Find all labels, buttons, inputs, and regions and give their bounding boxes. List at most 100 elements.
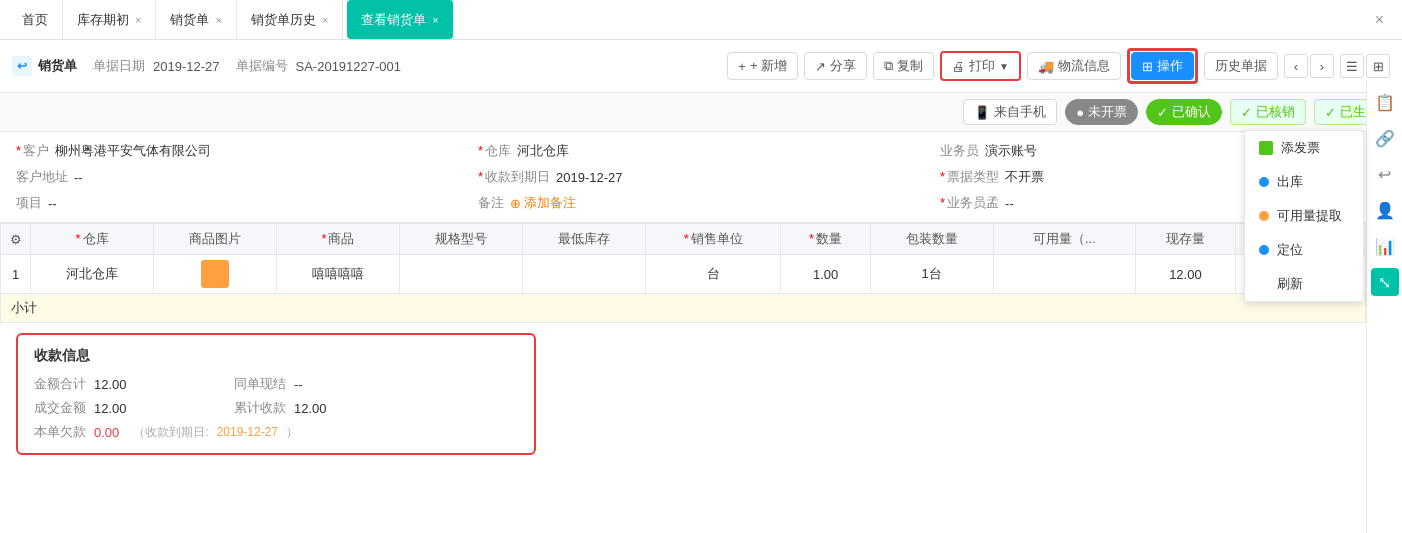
sidebar-clipboard-icon[interactable]: 📋 bbox=[1371, 88, 1399, 116]
sidebar-link-icon[interactable]: 🔗 bbox=[1371, 124, 1399, 152]
plus-note-icon: ⊕ bbox=[510, 196, 521, 211]
col-spec: 规格型号 bbox=[399, 224, 522, 255]
toolbar-right: + + 新增 ↗ 分享 ⧉ 复制 🖨 打印 ▼ 🚚 bbox=[727, 48, 1390, 84]
refresh-label: 刷新 bbox=[1277, 275, 1303, 293]
tab-view-sales-close[interactable]: × bbox=[432, 14, 438, 26]
row-img bbox=[153, 255, 276, 294]
add-invoice-label: 添发票 bbox=[1281, 139, 1320, 157]
print-button[interactable]: 🖨 打印 ▼ bbox=[940, 51, 1021, 81]
row-current-stock: 12.00 bbox=[1136, 255, 1236, 294]
operation-button[interactable]: ⊞ 操作 bbox=[1131, 52, 1194, 80]
address-row: 客户地址 -- bbox=[16, 168, 462, 186]
print-icon: 🖨 bbox=[952, 59, 965, 74]
grid-view-icon[interactable]: ⊞ bbox=[1366, 54, 1390, 78]
new-button[interactable]: + + 新增 bbox=[727, 52, 798, 80]
copy-button[interactable]: ⧉ 复制 bbox=[873, 52, 934, 80]
payment-title: 收款信息 bbox=[34, 347, 518, 365]
share-button[interactable]: ↗ 分享 bbox=[804, 52, 867, 80]
product-image bbox=[201, 260, 229, 288]
sold-badge: ✓ 已核销 bbox=[1230, 99, 1306, 125]
payment-date-value: 2019-12-27 bbox=[556, 170, 623, 185]
check-icon: ✓ bbox=[1157, 105, 1168, 120]
tab-inventory-close[interactable]: × bbox=[135, 14, 141, 26]
payment-date-label: 收款到期日 bbox=[478, 168, 550, 186]
sidebar-user-icon[interactable]: 👤 bbox=[1371, 196, 1399, 224]
operation-label: 操作 bbox=[1157, 57, 1183, 75]
tab-sales-history[interactable]: 销货单历史 × bbox=[237, 0, 343, 39]
col-min-stock: 最低库存 bbox=[522, 224, 645, 255]
gear-header[interactable]: ⚙ bbox=[1, 224, 31, 255]
sold-label: 已核销 bbox=[1256, 103, 1295, 121]
col-product: 商品 bbox=[276, 224, 399, 255]
tab-home[interactable]: 首页 bbox=[8, 0, 63, 39]
staff2-label: 业务员孟 bbox=[940, 194, 999, 212]
table-header-row: ⚙ 仓库 商品图片 商品 规格型号 最低库存 销售单位 数量 包装数量 可用量（… bbox=[1, 224, 1366, 255]
owed-label: 本单欠款 bbox=[34, 423, 86, 441]
confirm-button[interactable]: ✓ 已确认 bbox=[1146, 99, 1222, 125]
bottom-info: 收款信息 金额合计 12.00 同单现结 -- 成交金额 12.00 bbox=[0, 323, 1402, 465]
table-wrapper: ⚙ 仓库 商品图片 商品 规格型号 最低库存 销售单位 数量 包装数量 可用量（… bbox=[0, 223, 1366, 323]
project-value: -- bbox=[48, 196, 57, 211]
available-extract-dot bbox=[1259, 211, 1269, 221]
tab-home-label: 首页 bbox=[22, 11, 48, 29]
tab-sales-label: 销货单 bbox=[170, 11, 209, 29]
tab-view-sales[interactable]: 查看销货单 × bbox=[347, 0, 453, 39]
add-note-button[interactable]: ⊕ 添加备注 bbox=[510, 194, 576, 212]
dropdown-refresh[interactable]: 刷新 bbox=[1245, 267, 1363, 301]
history-button[interactable]: 历史单据 bbox=[1204, 52, 1278, 80]
staff2-value: -- bbox=[1005, 196, 1014, 211]
window-close-button[interactable]: × bbox=[1365, 11, 1394, 29]
main-content: ↩ 销货单 单据日期 2019-12-27 单据编号 SA-20191227-0… bbox=[0, 40, 1402, 533]
operation-highlight-box: ⊞ 操作 bbox=[1127, 48, 1198, 84]
cumulative-row: 累计收款 12.00 bbox=[234, 399, 434, 417]
dropdown-add-invoice[interactable]: 添发票 bbox=[1245, 131, 1363, 165]
warehouse-value: 河北仓库 bbox=[517, 142, 569, 160]
total-row: 金额合计 12.00 bbox=[34, 375, 234, 393]
row-index: 1 bbox=[1, 255, 31, 294]
row-min-stock bbox=[522, 255, 645, 294]
logistics-button[interactable]: 🚚 物流信息 bbox=[1027, 52, 1121, 80]
grid-icon: ⊞ bbox=[1142, 59, 1153, 74]
row-qty: 1.00 bbox=[781, 255, 870, 294]
same-order-row: 同单现结 -- bbox=[234, 375, 434, 393]
sidebar-expand-icon[interactable]: ⤡ bbox=[1371, 268, 1399, 296]
ticket-type-label: 票据类型 bbox=[940, 168, 999, 186]
cumulative-label: 累计收款 bbox=[234, 399, 286, 417]
ticket-type-value: 不开票 bbox=[1005, 168, 1044, 186]
list-view-icon[interactable]: ☰ bbox=[1340, 54, 1364, 78]
sidebar-return-icon[interactable]: ↩ bbox=[1371, 160, 1399, 188]
logistics-label: 物流信息 bbox=[1058, 57, 1110, 75]
dropdown-locate[interactable]: 定位 bbox=[1245, 233, 1363, 267]
tab-sales-order[interactable]: 销货单 × bbox=[156, 0, 236, 39]
truck-icon: 🚚 bbox=[1038, 59, 1054, 74]
col-qty: 数量 bbox=[781, 224, 870, 255]
date-value: 2019-12-27 bbox=[153, 59, 220, 74]
prev-arrow[interactable]: ‹ bbox=[1284, 54, 1308, 78]
from-phone-button[interactable]: 📱 来自手机 bbox=[963, 99, 1057, 125]
add-note-label: 添加备注 bbox=[524, 194, 576, 212]
action-bar: 📱 来自手机 ● 未开票 ✓ 已确认 ✓ 已核销 ✓ 已生效 bbox=[0, 93, 1402, 132]
tab-sales-close[interactable]: × bbox=[215, 14, 221, 26]
tab-inventory-init[interactable]: 库存期初 × bbox=[63, 0, 156, 39]
copy-icon: ⧉ bbox=[884, 58, 893, 74]
col-available: 可用量（... bbox=[993, 224, 1135, 255]
address-label: 客户地址 bbox=[16, 168, 68, 186]
add-invoice-check bbox=[1259, 141, 1273, 155]
col-pack-qty: 包装数量 bbox=[870, 224, 993, 255]
table-row: 1 河北仓库 嘻嘻嘻嘻 台 1.00 1台 12.00 0. bbox=[1, 255, 1366, 294]
staff-label: 业务员 bbox=[940, 142, 979, 160]
col-current-stock: 现存量 bbox=[1136, 224, 1236, 255]
tab-history-close[interactable]: × bbox=[322, 14, 328, 26]
subtotal-row: 小计 bbox=[1, 294, 1366, 323]
locate-dot bbox=[1259, 245, 1269, 255]
dropdown-available-extract[interactable]: 可用量提取 bbox=[1245, 199, 1363, 233]
same-order-value: -- bbox=[294, 377, 303, 392]
row-warehouse: 河北仓库 bbox=[31, 255, 154, 294]
not-open-button[interactable]: ● 未开票 bbox=[1065, 99, 1138, 125]
dropdown-outbound[interactable]: 出库 bbox=[1245, 165, 1363, 199]
sidebar-chart-icon[interactable]: 📊 bbox=[1371, 232, 1399, 260]
dropdown-menu: 添发票 出库 可用量提取 定位 刷新 bbox=[1244, 130, 1364, 302]
payment-box: 收款信息 金额合计 12.00 同单现结 -- 成交金额 12.00 bbox=[16, 333, 536, 455]
owed-row: 本单欠款 0.00 （收款到期日: 2019-12-27 ） bbox=[34, 423, 434, 441]
next-arrow[interactable]: › bbox=[1310, 54, 1334, 78]
